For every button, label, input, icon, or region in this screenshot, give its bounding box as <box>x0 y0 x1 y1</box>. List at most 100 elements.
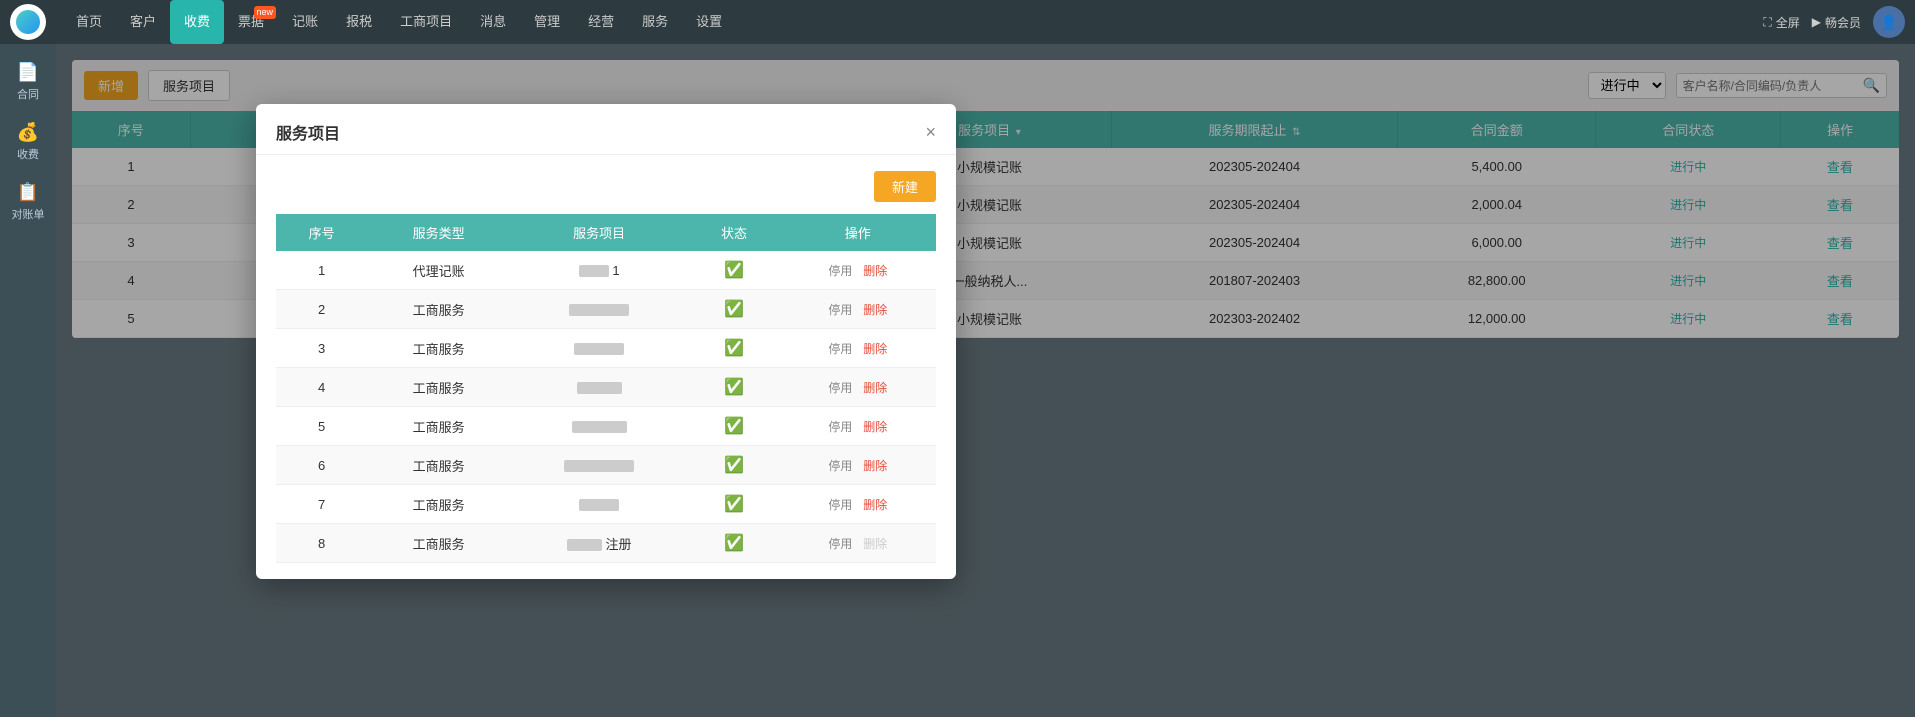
list-item: 3 工商服务 ✅ 停用 删除 <box>276 329 936 368</box>
modal-cell-type: 工商服务 <box>367 368 510 407</box>
sidebar-label-duizhangdan: 对账单 <box>12 206 45 222</box>
status-check-icon: ✅ <box>724 301 744 318</box>
list-item: 1 代理记账 1 ✅ 停用 删除 <box>276 251 936 290</box>
modal-col-action: 操作 <box>780 214 936 251</box>
contract-icon: 📄 <box>17 62 39 83</box>
nav-shoufei[interactable]: 收费 <box>170 0 224 44</box>
sidebar-label-contract: 合同 <box>17 86 39 102</box>
modal-header: 服务项目 × <box>256 104 956 155</box>
nav-customer[interactable]: 客户 <box>116 0 170 44</box>
modal-cell-action: 停用 删除 <box>780 290 936 329</box>
modal-cell-status: ✅ <box>688 485 779 524</box>
delete-button[interactable]: 删除 <box>863 498 887 512</box>
main-layout: 📄 合同 💰 收费 📋 对账单 新增 服务项目 进行中 已完成 全部 <box>0 44 1915 717</box>
modal-cell-type: 工商服务 <box>367 407 510 446</box>
nav-manage[interactable]: 管理 <box>520 0 574 44</box>
shoufei-icon: 💰 <box>17 122 39 143</box>
modal-cell-type: 工商服务 <box>367 485 510 524</box>
delete-button[interactable]: 删除 <box>863 303 887 317</box>
status-check-icon: ✅ <box>724 496 744 513</box>
nav-jizhang[interactable]: 记账 <box>278 0 332 44</box>
modal-col-type: 服务类型 <box>367 214 510 251</box>
modal-cell-type: 工商服务 <box>367 329 510 368</box>
nav-baoshui[interactable]: 报税 <box>332 0 386 44</box>
modal-col-item: 服务项目 <box>510 214 688 251</box>
stop-button[interactable]: 停用 <box>828 537 852 551</box>
main-content: 新增 服务项目 进行中 已完成 全部 🔍 序号 合同编码 <box>56 44 1915 717</box>
stop-button[interactable]: 停用 <box>828 264 852 278</box>
modal-cell-status: ✅ <box>688 368 779 407</box>
modal-cell-status: ✅ <box>688 446 779 485</box>
modal-cell-action: 停用 删除 <box>780 407 936 446</box>
delete-button[interactable]: 删除 <box>863 342 887 356</box>
modal-cell-item <box>510 368 688 407</box>
modal-cell-index: 6 <box>276 446 367 485</box>
list-item: 4 工商服务 ✅ 停用 删除 <box>276 368 936 407</box>
fullscreen-icon: ⛶ <box>1763 15 1771 30</box>
modal-cell-status: ✅ <box>688 251 779 290</box>
modal-cell-type: 工商服务 <box>367 290 510 329</box>
modal-cell-index: 4 <box>276 368 367 407</box>
list-item: 8 工商服务 注册 ✅ 停用 删除 <box>276 524 936 563</box>
delete-button[interactable]: 删除 <box>863 459 887 473</box>
list-item: 5 工商服务 ✅ 停用 删除 <box>276 407 936 446</box>
modal-cell-action: 停用 删除 <box>780 485 936 524</box>
modal-cell-index: 3 <box>276 329 367 368</box>
modal-cell-action: 停用 删除 <box>780 368 936 407</box>
sidebar-item-duizhangdan[interactable]: 📋 对账单 <box>2 174 54 230</box>
modal-cell-item: 1 <box>510 251 688 290</box>
stop-button[interactable]: 停用 <box>828 498 852 512</box>
modal-cell-item: 注册 <box>510 524 688 563</box>
delete-button[interactable]: 删除 <box>863 537 887 551</box>
modal-cell-action: 停用 删除 <box>780 329 936 368</box>
stop-button[interactable]: 停用 <box>828 342 852 356</box>
fullscreen-button[interactable]: ⛶ 全屏 <box>1763 14 1799 31</box>
modal-toolbar: 新建 <box>276 171 936 202</box>
list-item: 2 工商服务 ✅ 停用 删除 <box>276 290 936 329</box>
delete-button[interactable]: 删除 <box>863 264 887 278</box>
modal-cell-type: 代理记账 <box>367 251 510 290</box>
stop-button[interactable]: 停用 <box>828 381 852 395</box>
list-item: 7 工商服务 ✅ 停用 删除 <box>276 485 936 524</box>
sidebar-item-shoufei[interactable]: 💰 收费 <box>2 114 54 170</box>
stop-button[interactable]: 停用 <box>828 459 852 473</box>
nav-settings[interactable]: 设置 <box>682 0 736 44</box>
top-nav-right: ⛶ 全屏 ▶ 畅会员 👤 <box>1763 6 1905 38</box>
nav-home[interactable]: 首页 <box>62 0 116 44</box>
user-avatar[interactable]: 👤 <box>1873 6 1905 38</box>
modal-cell-type: 工商服务 <box>367 524 510 563</box>
stop-button[interactable]: 停用 <box>828 303 852 317</box>
member-button[interactable]: ▶ 畅会员 <box>1812 14 1861 31</box>
status-check-icon: ✅ <box>724 418 744 435</box>
stop-button[interactable]: 停用 <box>828 420 852 434</box>
nav-jingying[interactable]: 经营 <box>574 0 628 44</box>
modal-close-button[interactable]: × <box>925 123 936 141</box>
nav-piaoju[interactable]: 票据 new <box>224 0 278 44</box>
modal-cell-index: 8 <box>276 524 367 563</box>
new-badge: new <box>254 6 277 19</box>
modal-new-button[interactable]: 新建 <box>874 171 936 202</box>
nav-fuwu[interactable]: 服务 <box>628 0 682 44</box>
modal-cell-item <box>510 446 688 485</box>
modal-cell-status: ✅ <box>688 290 779 329</box>
sidebar: 📄 合同 💰 收费 📋 对账单 <box>0 44 56 717</box>
status-check-icon: ✅ <box>724 457 744 474</box>
service-items-modal: 服务项目 × 新建 序号 服务类型 服务项目 状态 <box>256 104 956 579</box>
modal-cell-item <box>510 329 688 368</box>
modal-cell-action: 停用 删除 <box>780 251 936 290</box>
modal-cell-status: ✅ <box>688 329 779 368</box>
sidebar-item-contract[interactable]: 📄 合同 <box>2 54 54 110</box>
status-check-icon: ✅ <box>724 340 744 357</box>
status-check-icon: ✅ <box>724 379 744 396</box>
nav-message[interactable]: 消息 <box>466 0 520 44</box>
delete-button[interactable]: 删除 <box>863 381 887 395</box>
status-check-icon: ✅ <box>724 535 744 552</box>
modal-cell-item <box>510 485 688 524</box>
logo-icon <box>16 10 40 34</box>
nav-gongshang[interactable]: 工商项目 <box>386 0 466 44</box>
member-icon: ▶ <box>1812 15 1821 29</box>
app-logo <box>10 4 46 40</box>
modal-cell-item <box>510 290 688 329</box>
delete-button[interactable]: 删除 <box>863 420 887 434</box>
list-item: 6 工商服务 ✅ 停用 删除 <box>276 446 936 485</box>
